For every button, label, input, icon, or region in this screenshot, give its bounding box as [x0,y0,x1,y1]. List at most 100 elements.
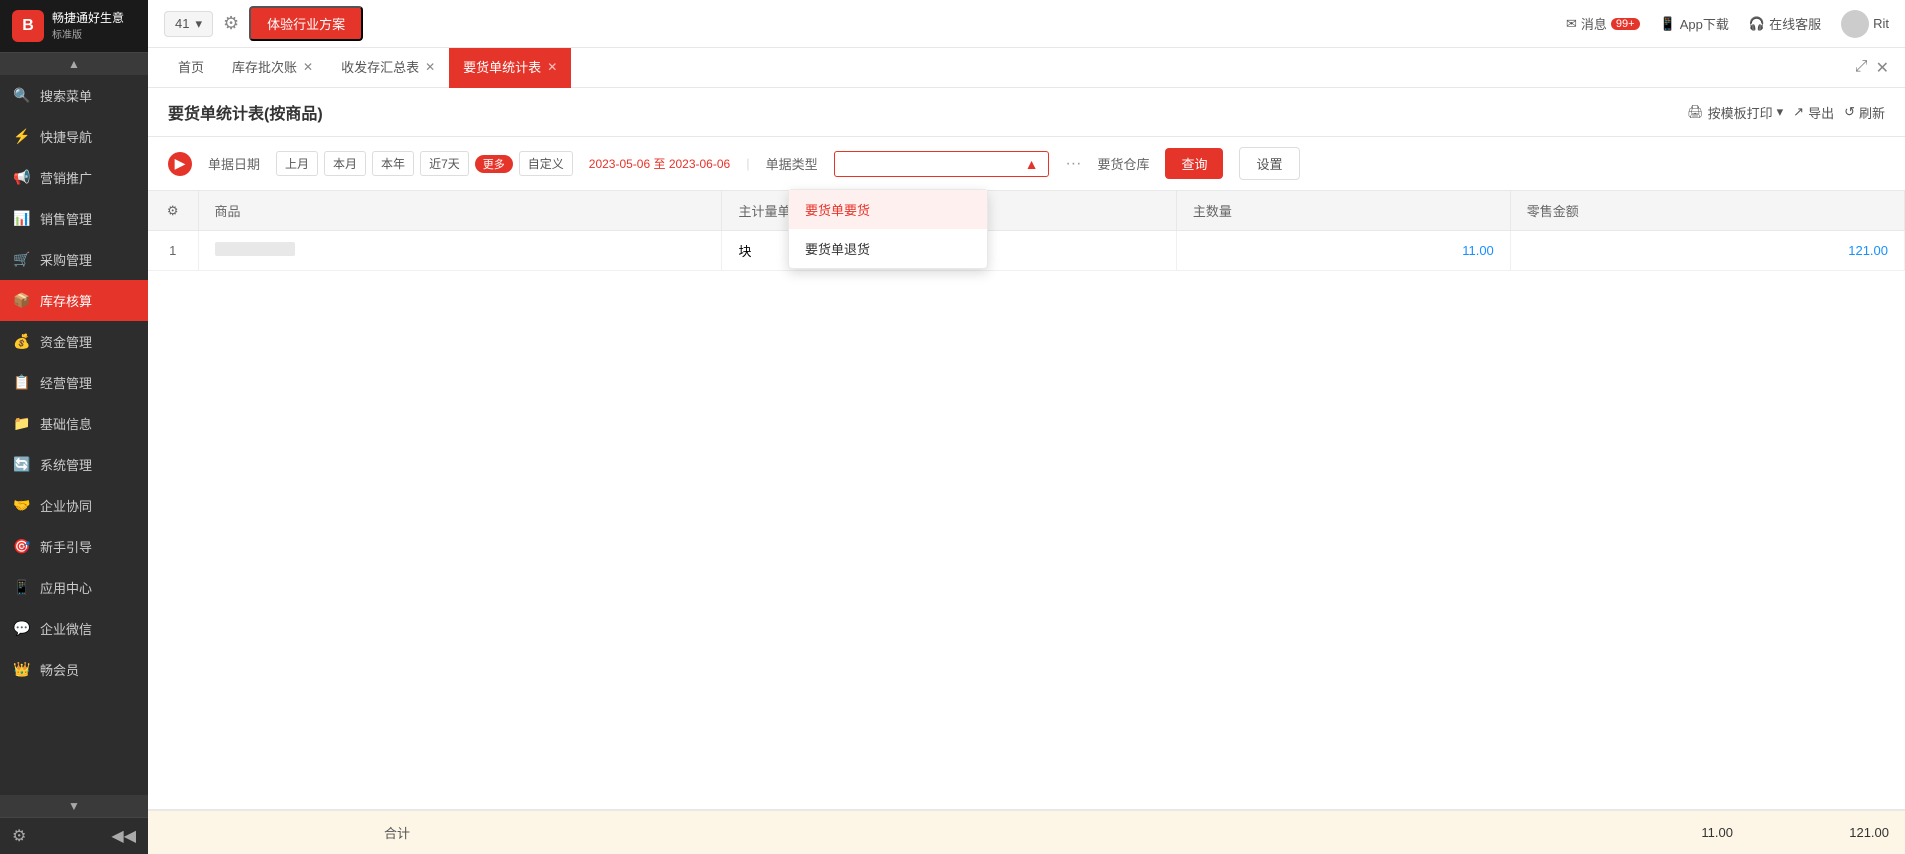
header: 41 ▾ ⚙ 体验行业方案 ✉ 消息 99+ 📱 App下载 🎧 在线客服 R [148,0,1905,48]
print-label: 按模板打印 [1708,103,1773,122]
tab-close-icon[interactable]: ✕ [425,60,435,74]
app-download-btn[interactable]: 📱 App下载 [1660,14,1729,33]
enterprise-icon: 🤝 [12,497,32,514]
tab-order-summary[interactable]: 要货单统计表 ✕ [449,48,571,88]
dropdown-item-order-return[interactable]: 要货单退货 [789,229,987,268]
quantity-link[interactable]: 11.00 [1462,243,1494,258]
sidebar-item-basic-info[interactable]: 📁 基础信息 [0,403,148,444]
sidebar-scroll-up[interactable]: ▲ [0,53,148,75]
tab-maximize-icon[interactable]: ⤢ [1855,58,1868,78]
type-input[interactable] [845,156,1025,171]
messages-count: 99+ [1611,18,1640,30]
dropdown-item-order-goods[interactable]: 要货单要货 [789,190,987,229]
filter-more-icon[interactable]: ··· [1065,155,1081,173]
sidebar-item-label: 采购管理 [40,250,92,269]
logo-icon: B [12,10,44,42]
sidebar-item-sales[interactable]: 📊 销售管理 [0,198,148,239]
date-btn-this-month[interactable]: 本月 [324,151,366,176]
warehouse-label: 要货仓库 [1097,154,1149,173]
total-amount: 121.00 [1769,825,1889,840]
settings-icon[interactable]: ⚙ [12,826,26,846]
dropdown-arrow-icon: ▾ [195,16,202,32]
date-btn-custom[interactable]: 自定义 [519,151,573,176]
print-btn[interactable]: 🖨 按模板打印 ▾ [1687,103,1783,122]
tab-label: 要货单统计表 [463,57,541,76]
refresh-btn[interactable]: ↺ 刷新 [1844,103,1885,122]
customer-service-btn[interactable]: 🎧 在线客服 [1749,14,1821,33]
query-button[interactable]: 查询 [1165,148,1223,179]
page-actions: 🖨 按模板打印 ▾ ↗ 导出 ↺ 刷新 [1687,103,1885,122]
collapse-icon[interactable]: ◀◀ [111,826,136,846]
table-container: ⚙ 商品 主计量单位 主数量 零售金额 1 块 [148,191,1905,809]
sidebar-item-label: 销售管理 [40,209,92,228]
sidebar-scroll-down[interactable]: ▼ [0,795,148,817]
type-select[interactable]: ▲ [834,151,1050,177]
col-header-product: 商品 [198,191,722,231]
tab-more: ⤢ ✕ [1855,58,1889,78]
header-right: ✉ 消息 99+ 📱 App下载 🎧 在线客服 Rit [1566,10,1889,38]
user-profile[interactable]: Rit [1841,10,1889,38]
promo-button[interactable]: 体验行业方案 [249,6,363,41]
sidebar-item-marketing[interactable]: 📢 营销推广 [0,157,148,198]
logo-sub: 标准版 [52,26,124,41]
total-row: 合计 11.00 121.00 [148,809,1905,854]
page-title: 要货单统计表(按商品) [168,100,323,124]
more-badge[interactable]: 更多 [475,155,513,173]
col-header-amount: 零售金额 [1510,191,1904,231]
sidebar-item-finance[interactable]: 💰 资金管理 [0,321,148,362]
export-btn[interactable]: ↗ 导出 [1793,103,1834,122]
sidebar-item-purchase[interactable]: 🛒 采购管理 [0,239,148,280]
settings-button[interactable]: 设置 [1239,147,1299,180]
sidebar-bottom: ⚙ ◀◀ [0,817,148,854]
filter-bar: ▶ 单据日期 上月 本月 本年 近7天 更多 自定义 2023-05-06 至 … [148,137,1905,191]
print-icon: 🖨 [1687,104,1704,120]
sidebar-item-system[interactable]: 🔄 系统管理 [0,444,148,485]
service-icon: 🎧 [1749,16,1765,32]
logo-text: 畅捷通好生意 [52,11,124,27]
sidebar-item-operations[interactable]: 📋 经营管理 [0,362,148,403]
col-header-settings[interactable]: ⚙ [148,191,198,231]
page-header: 要货单统计表(按商品) 🖨 按模板打印 ▾ ↗ 导出 ↺ 刷新 [148,88,1905,137]
tab-close-all-icon[interactable]: ✕ [1876,58,1889,78]
filter-toggle-btn[interactable]: ▶ [168,152,192,176]
sidebar-item-search[interactable]: 🔍 搜索菜单 [0,75,148,116]
tab-close-icon[interactable]: ✕ [303,60,313,74]
sidebar-item-wechat[interactable]: 💬 企业微信 [0,608,148,649]
tab-home[interactable]: 首页 [164,48,218,88]
sidebar-item-quick-nav[interactable]: ⚡ 快捷导航 [0,116,148,157]
marketing-icon: 📢 [12,169,32,186]
sidebar-item-enterprise[interactable]: 🤝 企业协同 [0,485,148,526]
messages-label: 消息 [1581,14,1607,33]
sidebar-item-guide[interactable]: 🎯 新手引导 [0,526,148,567]
finance-icon: 💰 [12,333,32,350]
tab-bar: 首页 库存批次账 ✕ 收发存汇总表 ✕ 要货单统计表 ✕ ⤢ ✕ [148,48,1905,88]
inventory-icon: 📦 [12,292,32,309]
basic-info-icon: 📁 [12,415,32,432]
date-range-text: 2023-05-06 至 2023-06-06 [589,155,730,172]
sidebar-item-member[interactable]: 👑 畅会员 [0,649,148,690]
date-btn-this-year[interactable]: 本年 [372,151,414,176]
branch-dropdown[interactable]: 41 ▾ [164,11,213,37]
date-btn-7days[interactable]: 近7天 [420,151,469,176]
sidebar-item-inventory[interactable]: 📦 库存核算 [0,280,148,321]
column-settings-icon[interactable]: ⚙ [167,203,179,218]
search-icon: 🔍 [12,87,32,104]
date-buttons: 上月 本月 本年 近7天 更多 自定义 [276,151,573,176]
app-icon: 📱 [1660,16,1676,32]
user-name: Rit [1873,16,1889,31]
refresh-label: 刷新 [1859,103,1885,122]
tab-home-label: 首页 [178,57,204,76]
tab-receipt-summary[interactable]: 收发存汇总表 ✕ [327,48,449,88]
row-quantity: 11.00 [1176,231,1510,271]
sidebar-item-app-center[interactable]: 📱 应用中心 [0,567,148,608]
date-label: 单据日期 [208,154,260,173]
messages-badge[interactable]: ✉ 消息 99+ [1566,14,1640,33]
refresh-icon: ↺ [1844,104,1855,120]
header-settings-icon[interactable]: ⚙ [223,13,239,34]
tab-close-icon[interactable]: ✕ [547,60,557,74]
member-icon: 👑 [12,661,32,678]
wechat-icon: 💬 [12,620,32,637]
tab-inventory-batch[interactable]: 库存批次账 ✕ [218,48,327,88]
amount-link[interactable]: 121.00 [1848,243,1888,258]
date-btn-last-month[interactable]: 上月 [276,151,318,176]
